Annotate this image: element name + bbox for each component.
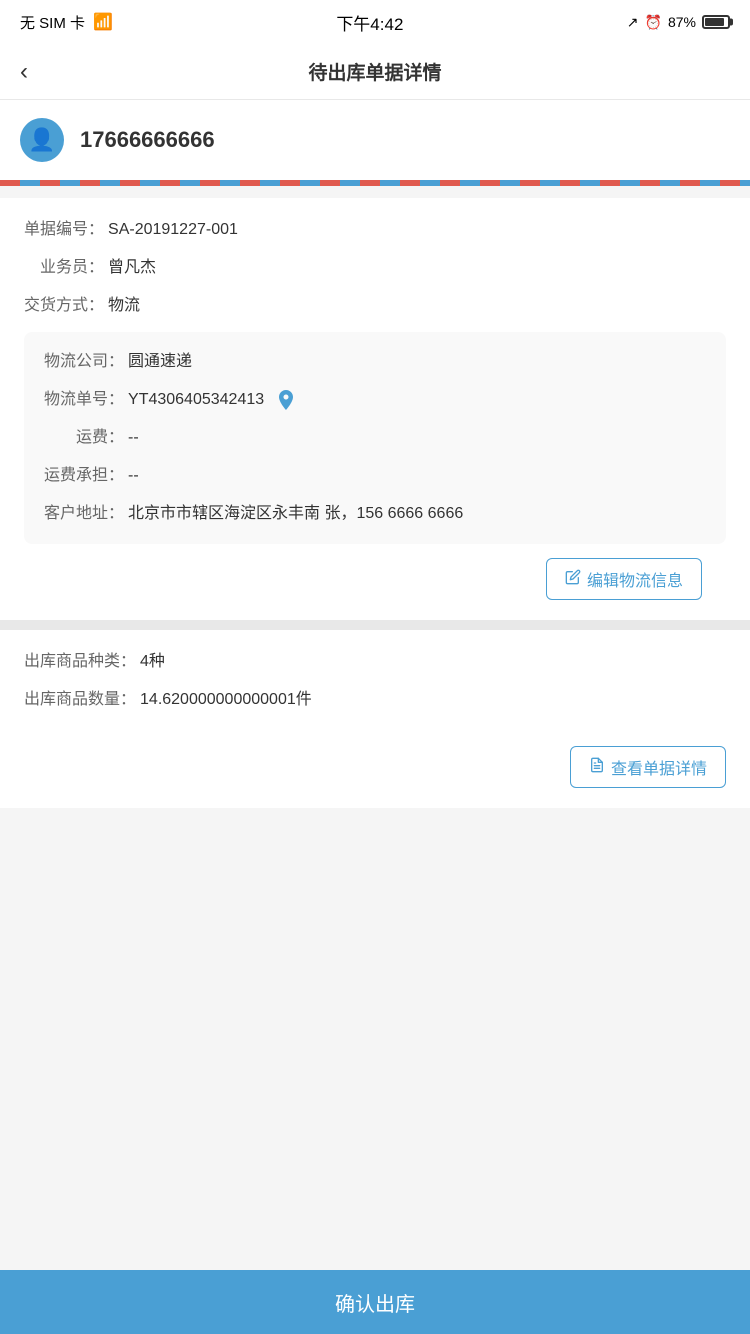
section-separator (0, 620, 750, 630)
document-icon (589, 757, 605, 778)
status-bar: 无 SIM 卡 📶 下午4:42 ↗ ⏰ 87% (0, 0, 750, 44)
wifi-icon: 📶 (93, 12, 113, 32)
edit-logistics-label: 编辑物流信息 (587, 567, 683, 591)
goods-quantity-value: 14.620000000000001件 (140, 688, 726, 712)
goods-quantity-label: 出库商品数量： (24, 688, 136, 712)
goods-category-value: 4种 (140, 650, 726, 674)
avatar: 👤 (20, 118, 64, 162)
status-time: 下午4:42 (336, 10, 403, 35)
delivery-method-label: 交货方式： (24, 294, 104, 318)
sales-person-label: 业务员： (24, 256, 104, 280)
map-pin-icon[interactable] (274, 388, 298, 412)
freight-bear-label: 运费承担： (44, 464, 124, 488)
tracking-number-value: YT4306405342413 (128, 388, 264, 412)
edit-btn-row: 编辑物流信息 (24, 544, 726, 600)
battery-icon (702, 15, 730, 29)
nav-bar: ‹ 待出库单据详情 (0, 44, 750, 100)
alarm-icon: ⏰ (645, 14, 662, 31)
person-icon: 👤 (28, 127, 55, 153)
logistics-company-value: 圆通速递 (128, 350, 706, 374)
bottom-spacer (0, 808, 750, 988)
logistics-card: 物流公司： 圆通速递 物流单号： YT4306405342413 运费： -- … (24, 332, 726, 544)
logistics-company-label: 物流公司： (44, 350, 124, 374)
freight-bear-value: -- (128, 464, 706, 488)
freight-row: 运费： -- (44, 426, 706, 450)
basic-info-section: 单据编号： SA-20191227-001 业务员： 曾凡杰 交货方式： 物流 … (0, 198, 750, 620)
delivery-method-value: 物流 (108, 294, 726, 318)
tracking-number-label: 物流单号： (44, 388, 124, 412)
view-document-details-button[interactable]: 查看单据详情 (570, 746, 726, 788)
dashed-divider (0, 180, 750, 186)
page-title: 待出库单据详情 (308, 58, 441, 85)
freight-value: -- (128, 426, 706, 450)
document-number-label: 单据编号： (24, 218, 104, 242)
status-right: ↗ ⏰ 87% (627, 14, 730, 31)
goods-category-row: 出库商品种类： 4种 (24, 650, 726, 674)
goods-quantity-row: 出库商品数量： 14.620000000000001件 (24, 688, 726, 712)
edit-icon (565, 569, 581, 589)
address-row: 客户地址： 北京市市辖区海淀区永丰南 张，156 6666 6666 (44, 502, 706, 526)
tracking-value-group: YT4306405342413 (128, 388, 706, 412)
document-number-value: SA-20191227-001 (108, 218, 726, 242)
document-number-row: 单据编号： SA-20191227-001 (24, 218, 726, 242)
location-status-icon: ↗ (627, 14, 639, 31)
sales-person-row: 业务员： 曾凡杰 (24, 256, 726, 280)
view-btn-row: 查看单据详情 (0, 732, 750, 808)
confirm-bar[interactable]: 确认出库 (0, 1270, 750, 1334)
sales-person-value: 曾凡杰 (108, 256, 726, 280)
tracking-number-row: 物流单号： YT4306405342413 (44, 388, 706, 412)
logistics-company-row: 物流公司： 圆通速递 (44, 350, 706, 374)
view-document-label: 查看单据详情 (611, 755, 707, 779)
customer-header: 👤 17666666666 (0, 100, 750, 180)
address-label: 客户地址： (44, 502, 124, 526)
confirm-button-label: 确认出库 (335, 1288, 415, 1317)
address-value: 北京市市辖区海淀区永丰南 张，156 6666 6666 (128, 502, 706, 526)
freight-bear-row: 运费承担： -- (44, 464, 706, 488)
goods-category-label: 出库商品种类： (24, 650, 136, 674)
back-button[interactable]: ‹ (20, 60, 28, 84)
goods-section: 出库商品种类： 4种 出库商品数量： 14.620000000000001件 (0, 630, 750, 732)
customer-phone: 17666666666 (80, 127, 215, 153)
carrier-text: 无 SIM 卡 (20, 12, 85, 33)
edit-logistics-button[interactable]: 编辑物流信息 (546, 558, 702, 600)
delivery-method-row: 交货方式： 物流 (24, 294, 726, 318)
status-left: 无 SIM 卡 📶 (20, 12, 113, 33)
battery-percentage: 87% (668, 14, 696, 30)
freight-label: 运费： (44, 426, 124, 450)
